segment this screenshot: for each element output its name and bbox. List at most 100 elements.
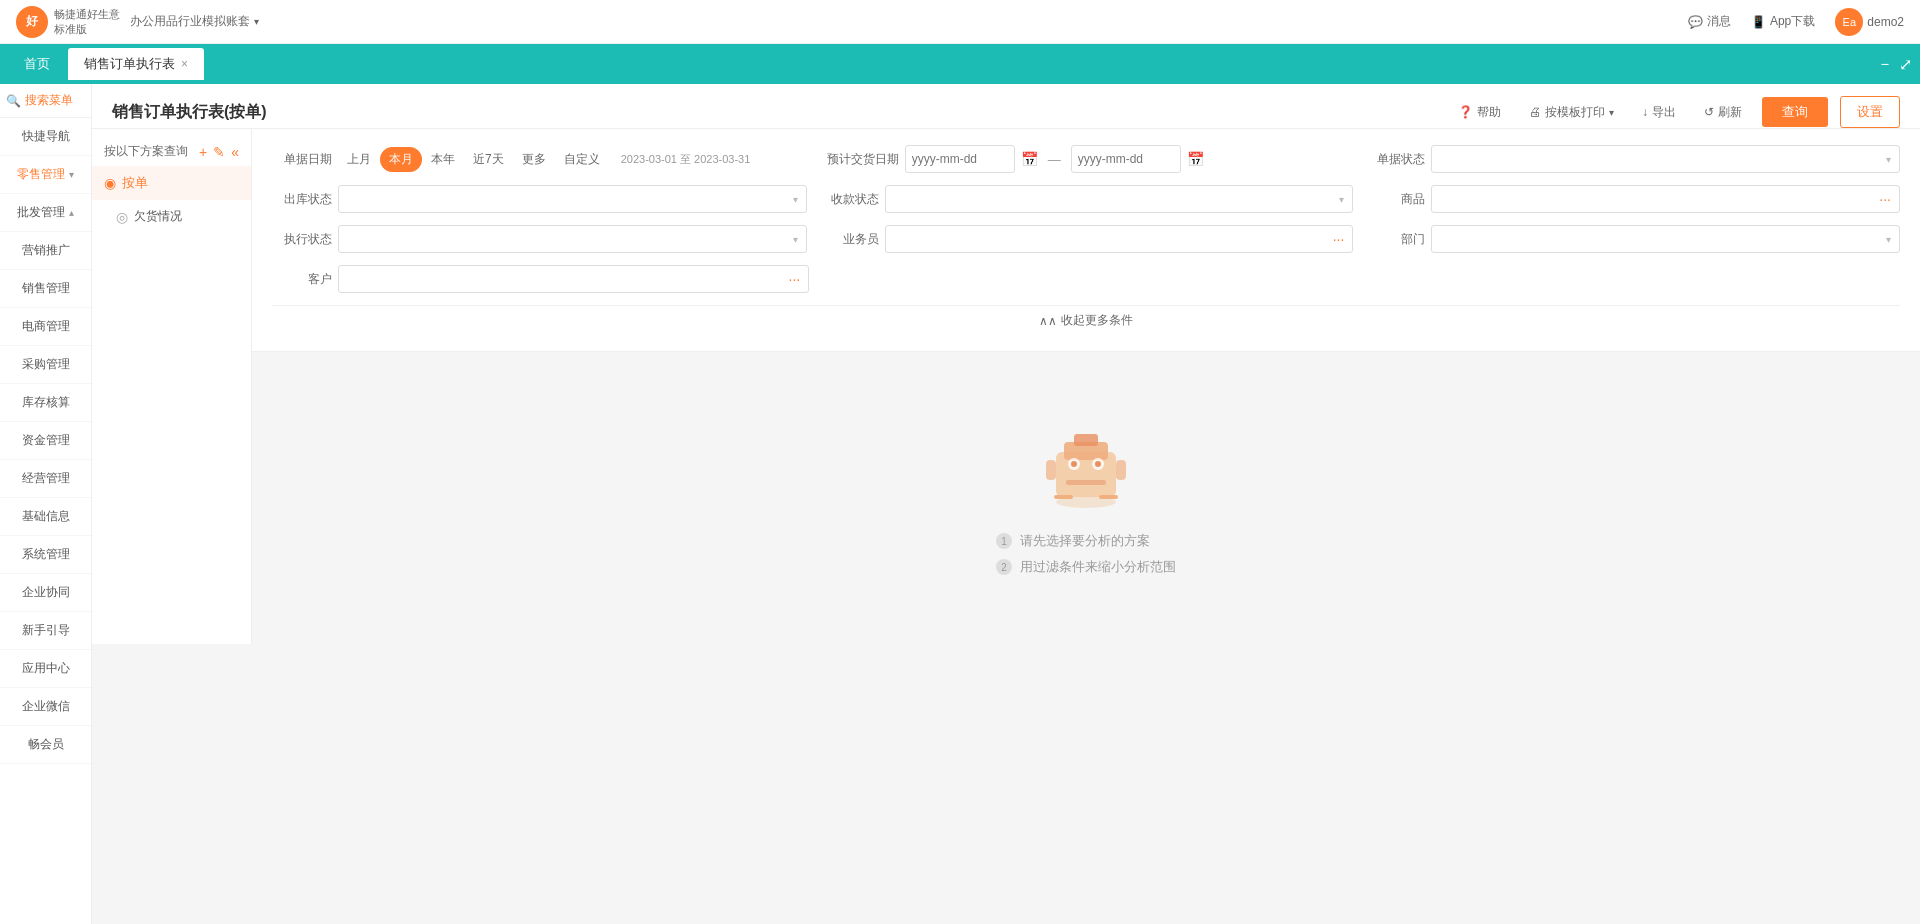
sidebar-item-purchase[interactable]: 采购管理 [0, 346, 91, 384]
collapse-button[interactable]: ∧∧ 收起更多条件 [272, 305, 1900, 335]
date-tab-custom[interactable]: 自定义 [555, 147, 609, 172]
filter-row-3: 执行状态 ▾ 业务员 ··· [272, 225, 1900, 253]
customer-select[interactable]: ··· [338, 265, 809, 293]
sidebar-search[interactable]: 🔍 搜索菜单 [0, 84, 91, 118]
refresh-icon: ↺ [1704, 105, 1714, 119]
forecast-date-end[interactable] [1071, 145, 1181, 173]
export-button[interactable]: ↓ 导出 [1634, 100, 1684, 125]
date-tab-more[interactable]: 更多 [513, 147, 555, 172]
exec-dropdown-icon: ▾ [793, 234, 798, 245]
dept-select[interactable]: ▾ [1431, 225, 1900, 253]
exec-status-label: 执行状态 [272, 231, 332, 248]
sidebar-item-marketing[interactable]: 营销推广 [0, 232, 91, 270]
filter-block-exec: 执行状态 ▾ [272, 225, 807, 253]
tab-minimize-icon[interactable]: － [1877, 54, 1893, 75]
dept-label: 部门 [1365, 231, 1425, 248]
single-date-label: 单据日期 [272, 151, 332, 168]
ship-status-select[interactable]: ▾ [338, 185, 807, 213]
sidebar-item-system[interactable]: 系统管理 [0, 536, 91, 574]
forecast-date-label: 预计交货日期 [819, 151, 899, 168]
sidebar-item-wechat[interactable]: 企业微信 [0, 688, 91, 726]
date-separator: — [1044, 152, 1065, 167]
chevron-down-icon: ▾ [69, 169, 74, 180]
customer-more-icon[interactable]: ··· [789, 271, 801, 287]
print-arrow-icon: ▾ [1609, 107, 1614, 118]
user-avatar-area[interactable]: Ea demo2 [1835, 8, 1904, 36]
calendar-end-icon: 📅 [1187, 151, 1204, 167]
sidebar-item-quick-nav[interactable]: 快捷导航 [0, 118, 91, 156]
tip-num-2: 2 [996, 559, 1012, 575]
product-more-icon[interactable]: ··· [1879, 191, 1891, 207]
settings-button[interactable]: 设置 [1840, 96, 1900, 128]
dept-dropdown-icon: ▾ [1886, 234, 1891, 245]
date-tab-7days[interactable]: 近7天 [464, 147, 513, 172]
sidebar-item-app-center[interactable]: 应用中心 [0, 650, 91, 688]
product-select[interactable]: ··· [1431, 185, 1900, 213]
sidebar-item-guide[interactable]: 新手引导 [0, 612, 91, 650]
product-label: 商品 [1365, 191, 1425, 208]
tab-home[interactable]: 首页 [8, 49, 66, 79]
filter-row-1: 单据日期 上月 本月 本年 近7天 更多 自定义 2023-03-01 至 20… [272, 145, 1900, 173]
payment-status-label: 收款状态 [819, 191, 879, 208]
empty-tip-2: 2 用过滤条件来缩小分析范围 [996, 558, 1176, 576]
help-button[interactable]: ❓ 帮助 [1450, 100, 1509, 125]
filter-row-4: 客户 ··· [272, 265, 1900, 293]
scheme-header-icons: + ✎ « [199, 144, 239, 160]
sidebar-item-enterprise[interactable]: 企业协同 [0, 574, 91, 612]
sidebar-item-wholesale[interactable]: 批发管理 ▴ [0, 194, 91, 232]
sidebar-item-sales[interactable]: 销售管理 [0, 270, 91, 308]
sidebar-item-operation[interactable]: 经营管理 [0, 460, 91, 498]
status-dropdown-icon: ▾ [1886, 154, 1891, 165]
single-status-select[interactable]: ▾ [1431, 145, 1900, 173]
payment-dropdown-icon: ▾ [1339, 194, 1344, 205]
tab-close-icon[interactable]: × [181, 57, 188, 71]
scheme-item-by-order[interactable]: ◉ 按单 [92, 166, 251, 200]
message-icon: 💬 [1688, 15, 1703, 29]
forecast-date-start[interactable] [905, 145, 1015, 173]
filter-block-product: 商品 ··· [1365, 185, 1900, 213]
filter-block-customer: 客户 ··· [272, 265, 809, 293]
avatar: Ea [1835, 8, 1863, 36]
salesperson-select[interactable]: ··· [885, 225, 1354, 253]
date-tab-this-month[interactable]: 本月 [380, 147, 422, 172]
scheme-add-icon[interactable]: + [199, 144, 207, 160]
header-left: 好 畅捷通好生意 标准版 办公用品行业模拟账套 ▾ [16, 6, 259, 38]
sidebar-item-retail[interactable]: 零售管理 ▾ [0, 156, 91, 194]
tab-maximize-icon[interactable]: ⤢ [1899, 55, 1912, 74]
filter-block-date: 单据日期 上月 本月 本年 近7天 更多 自定义 2023-03-01 至 20… [272, 147, 807, 172]
breadcrumb[interactable]: 办公用品行业模拟账套 ▾ [130, 13, 259, 30]
scheme-edit-icon[interactable]: ✎ [213, 144, 225, 160]
collapse-icon: ∧∧ [1039, 314, 1057, 328]
payment-status-select[interactable]: ▾ [885, 185, 1354, 213]
logo-area: 好 畅捷通好生意 标准版 [16, 6, 120, 38]
sidebar-item-ecommerce[interactable]: 电商管理 [0, 308, 91, 346]
refresh-button[interactable]: ↺ 刷新 [1696, 100, 1750, 125]
filter-block-ship: 出库状态 ▾ [272, 185, 807, 213]
date-tab-last-month[interactable]: 上月 [338, 147, 380, 172]
print-button[interactable]: 🖨 按模板打印 ▾ [1521, 100, 1622, 125]
query-button[interactable]: 查询 [1762, 97, 1828, 127]
page-actions: ❓ 帮助 🖨 按模板打印 ▾ ↓ 导出 ↺ 刷新 查询 设置 [1450, 96, 1900, 128]
date-tabs: 上月 本月 本年 近7天 更多 自定义 [338, 147, 609, 172]
tab-sales-order[interactable]: 销售订单执行表 × [68, 48, 204, 80]
message-button[interactable]: 💬 消息 [1688, 13, 1731, 30]
tab-bar-right: － ⤢ [1877, 54, 1912, 75]
exec-status-select[interactable]: ▾ [338, 225, 807, 253]
scheme-item-shortage[interactable]: ◎ 欠货情况 [92, 200, 251, 233]
date-tab-this-year[interactable]: 本年 [422, 147, 464, 172]
empty-illustration [1036, 412, 1136, 512]
scheme-collapse-icon[interactable]: « [231, 144, 239, 160]
sidebar-item-member[interactable]: 畅会员 [0, 726, 91, 764]
sidebar-item-inventory[interactable]: 库存核算 [0, 384, 91, 422]
svg-point-7 [1095, 461, 1101, 467]
svg-rect-9 [1046, 460, 1056, 480]
salesperson-more-icon[interactable]: ··· [1333, 231, 1345, 247]
app-download-button[interactable]: 📱 App下载 [1751, 13, 1815, 30]
sidebar-item-finance[interactable]: 资金管理 [0, 422, 91, 460]
customer-label: 客户 [272, 271, 332, 288]
ship-dropdown-icon: ▾ [793, 194, 798, 205]
page-title: 销售订单执行表(按单) [112, 102, 267, 123]
sidebar-item-basic-info[interactable]: 基础信息 [0, 498, 91, 536]
scheme-radio-icon: ◉ [104, 175, 116, 191]
filter-area: 单据日期 上月 本月 本年 近7天 更多 自定义 2023-03-01 至 20… [252, 129, 1920, 352]
